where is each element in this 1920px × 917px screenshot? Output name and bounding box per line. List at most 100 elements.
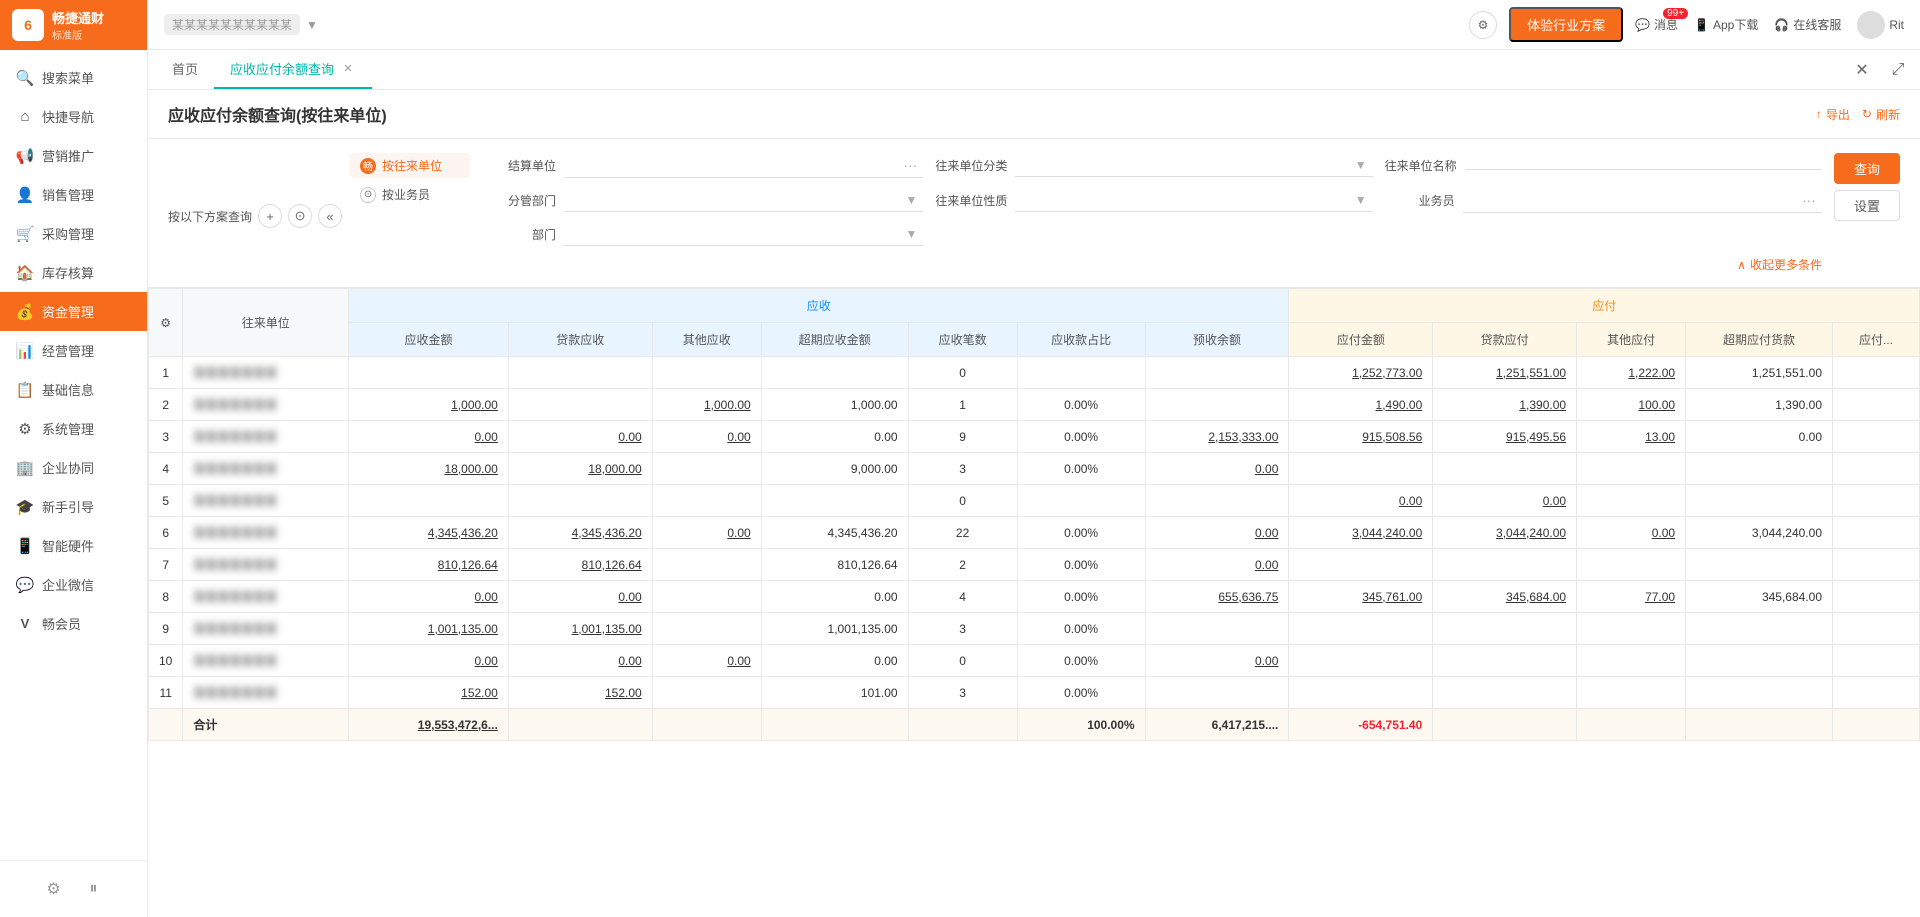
sidebar-item-guide[interactable]: 🎓 新手引导: [0, 487, 147, 526]
ar-amount-cell[interactable]: 0.00: [349, 645, 509, 677]
settlement-unit-input[interactable]: ···: [564, 153, 923, 178]
ap-amount-cell[interactable]: [1289, 645, 1433, 677]
ap-amount-cell[interactable]: [1289, 453, 1433, 485]
loan-ar-cell[interactable]: [508, 389, 652, 421]
ap-amount-cell[interactable]: 3,044,240.00: [1289, 517, 1433, 549]
other-ar-cell[interactable]: 0.00: [652, 645, 761, 677]
loan-ar-cell[interactable]: 18,000.00: [508, 453, 652, 485]
department-select[interactable]: ▼: [564, 223, 923, 246]
prepay-cell[interactable]: 655,636.75: [1145, 581, 1289, 613]
scheme-collapse-btn[interactable]: «: [318, 204, 342, 228]
loan-ar-cell[interactable]: 152.00: [508, 677, 652, 709]
refresh-button[interactable]: ↻ 刷新: [1862, 106, 1900, 123]
other-ar-cell[interactable]: [652, 613, 761, 645]
tab-ar-ap[interactable]: 应收应付余额查询 ✕: [214, 50, 372, 89]
partner-category-select[interactable]: ▼: [1015, 154, 1372, 177]
sidebar-item-inventory[interactable]: 🏠 库存核算: [0, 253, 147, 292]
other-ap-cell[interactable]: 77.00: [1577, 581, 1686, 613]
other-ap-cell[interactable]: [1577, 549, 1686, 581]
ap-amount-cell[interactable]: 1,252,773.00: [1289, 357, 1433, 389]
loan-ar-cell[interactable]: 0.00: [508, 581, 652, 613]
other-ar-cell[interactable]: [652, 549, 761, 581]
other-ap-cell[interactable]: 0.00: [1577, 517, 1686, 549]
other-ar-cell[interactable]: [652, 453, 761, 485]
other-ap-cell[interactable]: [1577, 613, 1686, 645]
dept-select[interactable]: ▼: [564, 189, 923, 212]
ap-amount-cell[interactable]: 345,761.00: [1289, 581, 1433, 613]
sidebar-item-quick-nav[interactable]: ⌂ 快捷导航: [0, 97, 147, 136]
loan-ap-cell[interactable]: [1433, 613, 1577, 645]
prepay-cell[interactable]: [1145, 389, 1289, 421]
total-ar-amount[interactable]: 19,553,472,6...: [349, 709, 509, 741]
prepay-cell[interactable]: 0.00: [1145, 517, 1289, 549]
ap-amount-cell[interactable]: 1,490.00: [1289, 389, 1433, 421]
other-ar-cell[interactable]: [652, 357, 761, 389]
query-button[interactable]: 查询: [1834, 153, 1900, 184]
other-ap-cell[interactable]: [1577, 645, 1686, 677]
scheme-settings-btn[interactable]: ⊙: [288, 204, 312, 228]
tab-close-all-btn[interactable]: ✕: [1848, 56, 1876, 84]
ap-amount-cell[interactable]: [1289, 677, 1433, 709]
loan-ap-cell[interactable]: 3,044,240.00: [1433, 517, 1577, 549]
th-settings[interactable]: ⚙: [149, 289, 183, 357]
promo-button[interactable]: 体验行业方案: [1509, 7, 1623, 42]
prepay-cell[interactable]: 0.00: [1145, 645, 1289, 677]
prepay-cell[interactable]: 0.00: [1145, 549, 1289, 581]
sidebar-item-sales[interactable]: 👤 销售管理: [0, 175, 147, 214]
ar-amount-cell[interactable]: 0.00: [349, 581, 509, 613]
other-ar-cell[interactable]: [652, 581, 761, 613]
loan-ar-cell[interactable]: 810,126.64: [508, 549, 652, 581]
ar-amount-cell[interactable]: 0.00: [349, 421, 509, 453]
gear-button[interactable]: ⚙: [1469, 11, 1497, 39]
ap-amount-cell[interactable]: [1289, 549, 1433, 581]
tab-close-btn[interactable]: ✕: [340, 61, 356, 77]
app-download-btn[interactable]: 📱 App下载: [1694, 16, 1758, 33]
ar-amount-cell[interactable]: 18,000.00: [349, 453, 509, 485]
sidebar-item-wechat[interactable]: 💬 企业微信: [0, 565, 147, 604]
other-ap-cell[interactable]: 1,222.00: [1577, 357, 1686, 389]
message-btn[interactable]: 💬 消息 99+: [1635, 16, 1678, 33]
ar-amount-cell[interactable]: 810,126.64: [349, 549, 509, 581]
ap-amount-cell[interactable]: 0.00: [1289, 485, 1433, 517]
sidebar-item-basic-info[interactable]: 📋 基础信息: [0, 370, 147, 409]
loan-ar-cell[interactable]: 0.00: [508, 645, 652, 677]
other-ap-cell[interactable]: 100.00: [1577, 389, 1686, 421]
sidebar-settings-btn[interactable]: ⚙: [38, 873, 70, 905]
online-service-btn[interactable]: 🎧 在线客服: [1774, 16, 1841, 33]
other-ar-cell[interactable]: 0.00: [652, 421, 761, 453]
prepay-cell[interactable]: 0.00: [1145, 453, 1289, 485]
sidebar-item-sys-admin[interactable]: ⚙ 系统管理: [0, 409, 147, 448]
other-ap-cell[interactable]: [1577, 485, 1686, 517]
sidebar-item-search-menu[interactable]: 🔍 搜索菜单: [0, 58, 147, 97]
sidebar-item-purchase[interactable]: 🛒 采购管理: [0, 214, 147, 253]
partner-name-input[interactable]: [1465, 161, 1822, 170]
loan-ar-cell[interactable]: 1,001,135.00: [508, 613, 652, 645]
sidebar-item-marketing[interactable]: 📢 营销推广: [0, 136, 147, 175]
other-ap-cell[interactable]: [1577, 677, 1686, 709]
breadcrumb-dropdown[interactable]: ▼: [306, 18, 318, 32]
partner-nature-select[interactable]: ▼: [1015, 189, 1372, 212]
export-button[interactable]: ↑ 导出: [1816, 106, 1850, 123]
sidebar-item-enterprise[interactable]: 🏢 企业协同: [0, 448, 147, 487]
other-ap-cell[interactable]: [1577, 453, 1686, 485]
loan-ap-cell[interactable]: [1433, 549, 1577, 581]
loan-ap-cell[interactable]: 915,495.56: [1433, 421, 1577, 453]
scheme-item-partner[interactable]: 畅 按往来单位: [350, 153, 470, 178]
loan-ap-cell[interactable]: 345,684.00: [1433, 581, 1577, 613]
other-ar-cell[interactable]: 1,000.00: [652, 389, 761, 421]
ar-amount-cell[interactable]: 152.00: [349, 677, 509, 709]
loan-ap-cell[interactable]: 0.00: [1433, 485, 1577, 517]
prepay-cell[interactable]: [1145, 357, 1289, 389]
other-ap-cell[interactable]: 13.00: [1577, 421, 1686, 453]
loan-ar-cell[interactable]: 0.00: [508, 421, 652, 453]
sidebar-item-finance[interactable]: 💰 资金管理: [0, 292, 147, 331]
prepay-cell[interactable]: [1145, 485, 1289, 517]
ar-amount-cell[interactable]: 1,000.00: [349, 389, 509, 421]
prepay-cell[interactable]: [1145, 677, 1289, 709]
loan-ap-cell[interactable]: 1,390.00: [1433, 389, 1577, 421]
salesman-input[interactable]: ···: [1463, 188, 1822, 213]
loan-ap-cell[interactable]: [1433, 677, 1577, 709]
prepay-cell[interactable]: [1145, 613, 1289, 645]
loan-ar-cell[interactable]: [508, 357, 652, 389]
ar-amount-cell[interactable]: 1,001,135.00: [349, 613, 509, 645]
